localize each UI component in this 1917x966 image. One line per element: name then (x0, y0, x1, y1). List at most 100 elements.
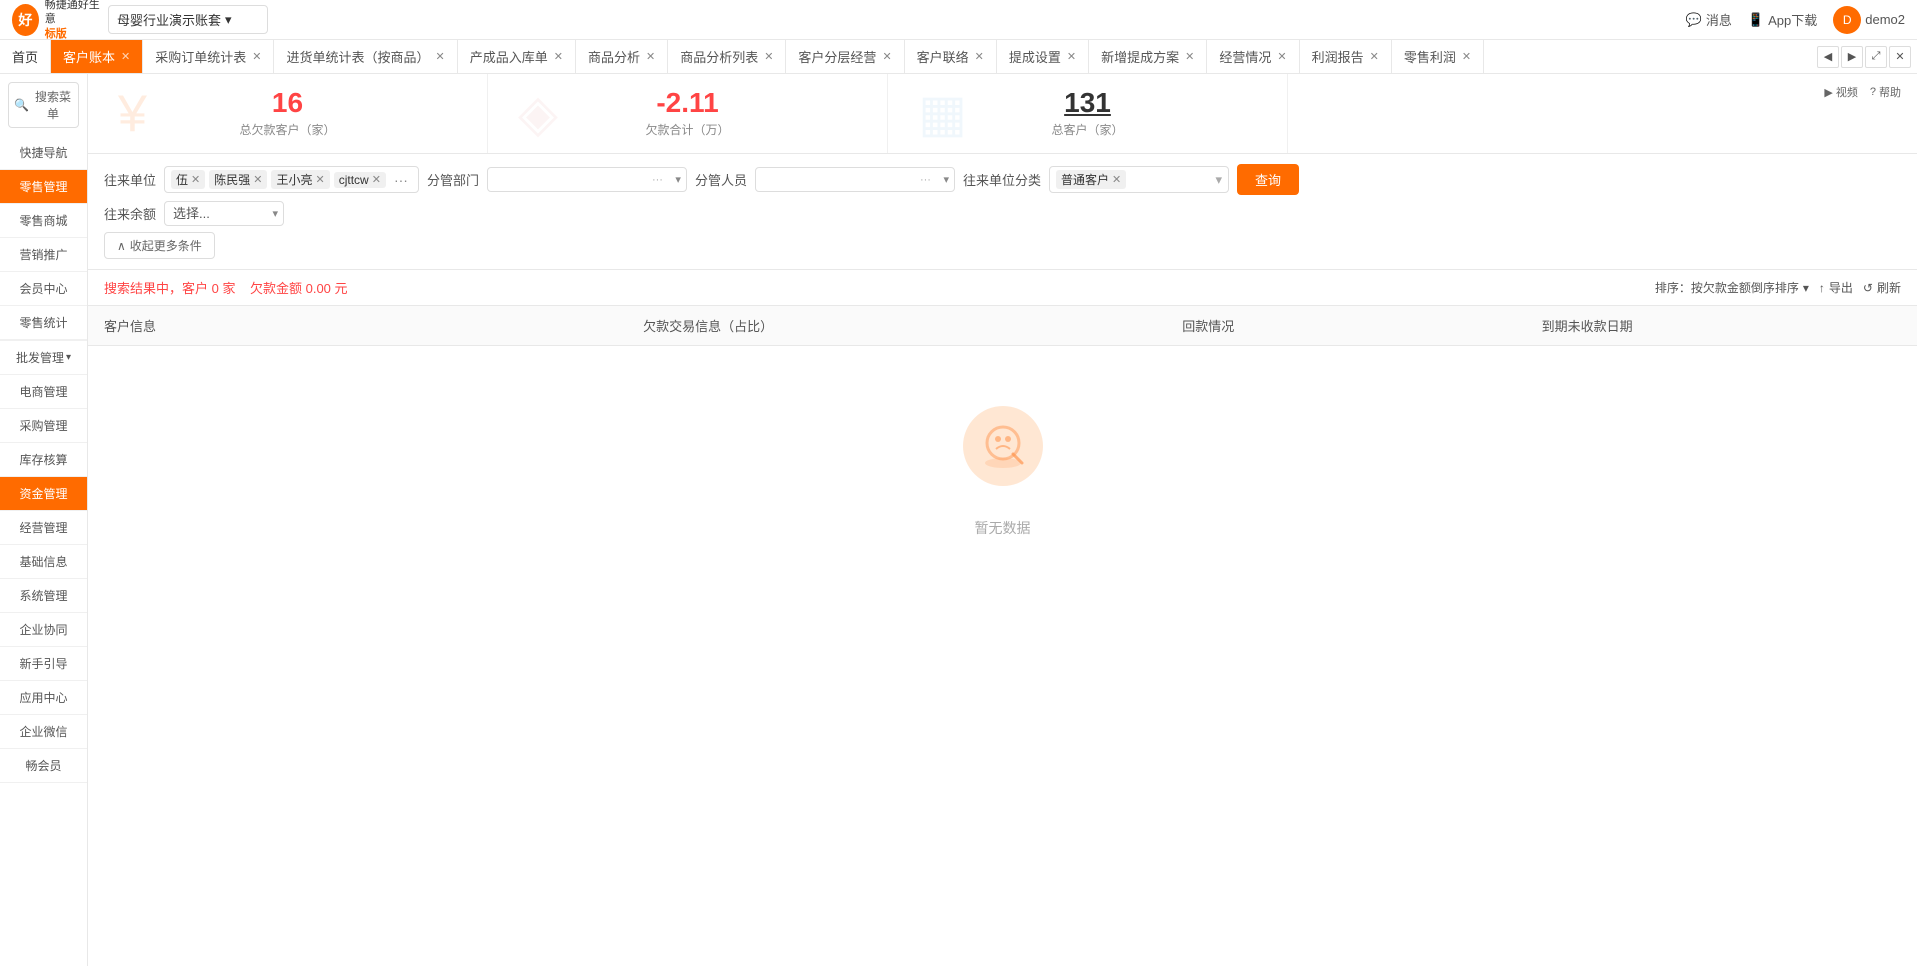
export-button[interactable]: ↑ 导出 (1819, 279, 1853, 296)
tab-customer-contact[interactable]: 客户联络 ✕ (905, 40, 997, 74)
empty-visual (953, 406, 1053, 506)
tab-close-icon[interactable]: ✕ (554, 50, 563, 63)
result-info: 搜索结果中，客户 0 家 欠款金额 0.00 元 (104, 278, 348, 297)
filter-area: 往来单位 伍 ✕ 陈民强 ✕ 王小亮 ✕ cjttcw (88, 154, 1917, 270)
filter-row-2: 往来余额 选择... (104, 201, 1901, 226)
tab-close-icon[interactable]: ✕ (1462, 50, 1471, 63)
tab-expand-button[interactable]: ⤢ (1865, 46, 1887, 68)
sidebar-item-member-center[interactable]: 会员中心 (0, 272, 87, 306)
data-table: 客户信息 欠款交易信息（占比） 回款情况 到期未收款日期 (88, 306, 1917, 966)
tab-new-commission[interactable]: 新增提成方案 ✕ (1089, 40, 1207, 74)
tab-next-button[interactable]: ▶ (1841, 46, 1863, 68)
sidebar-item-enterprise-wechat[interactable]: 企业微信 (0, 715, 87, 749)
refresh-button[interactable]: ↺ 刷新 (1863, 279, 1901, 296)
tab-close-icon[interactable]: ✕ (1185, 50, 1194, 63)
tab-close-icon[interactable]: ✕ (646, 50, 655, 63)
dept-select-wrap: ··· (487, 167, 687, 192)
main-layout: 🔍 搜索菜单 快捷导航 零售管理 零售商城 营销推广 会员中心 零售统计 批发管… (0, 74, 1917, 966)
tab-purchase-order[interactable]: 采购订单统计表 ✕ (143, 40, 274, 74)
tab-close-icon[interactable]: ✕ (121, 50, 130, 63)
tab-product-inbound[interactable]: 产成品入库单 ✕ (458, 40, 576, 74)
tab-close-all-button[interactable]: ✕ (1889, 46, 1911, 68)
stat-bg-icon: ¥ (118, 84, 147, 144)
sidebar-item-marketing[interactable]: 营销推广 (0, 238, 87, 272)
company-select[interactable]: 母婴行业演示账套 ▾ (108, 5, 268, 34)
sidebar-quick-nav[interactable]: 快捷导航 (0, 136, 87, 170)
tab-home[interactable]: 首页 (0, 40, 51, 74)
help-button[interactable]: ? 帮助 (1870, 84, 1901, 100)
video-help-button[interactable]: ▶ 视频 (1824, 84, 1857, 100)
sidebar-item-retail-mall[interactable]: 零售商城 (0, 204, 87, 238)
tab-close-icon[interactable]: ✕ (1067, 50, 1076, 63)
tab-prev-button[interactable]: ◀ (1817, 46, 1839, 68)
message-button[interactable]: 💬 消息 (1686, 10, 1732, 29)
unit-class-tag[interactable]: 普通客户 ✕ (1056, 170, 1126, 189)
tab-close-icon[interactable]: ✕ (882, 50, 891, 63)
sidebar-item-enterprise-coop[interactable]: 企业协同 (0, 613, 87, 647)
unit-tag-wu[interactable]: 伍 ✕ (171, 170, 205, 189)
tab-product-analysis[interactable]: 商品分析 ✕ (576, 40, 668, 74)
logo-icon: 好 (12, 4, 39, 36)
dept-clear-icon[interactable]: ··· (652, 174, 663, 186)
sidebar-item-ops-mgmt[interactable]: 经营管理 (0, 511, 87, 545)
tab-close-icon[interactable]: ✕ (1277, 50, 1286, 63)
sidebar-item-app-center[interactable]: 应用中心 (0, 681, 87, 715)
table-header: 客户信息 欠款交易信息（占比） 回款情况 到期未收款日期 (88, 306, 1917, 346)
sidebar-item-basic-info[interactable]: 基础信息 (0, 545, 87, 579)
dept-filter-label: 分管部门 (427, 170, 479, 189)
app-download-button[interactable]: 📱 App下载 (1748, 10, 1817, 29)
sidebar-item-sys-mgmt[interactable]: 系统管理 (0, 579, 87, 613)
tab-product-analysis-list[interactable]: 商品分析列表 ✕ (668, 40, 786, 74)
tab-retail-profit[interactable]: 零售利润 ✕ (1392, 40, 1484, 74)
tag-close-icon[interactable]: ✕ (1112, 173, 1121, 186)
tab-close-icon[interactable]: ✕ (975, 50, 984, 63)
tab-customer-account[interactable]: 客户账本 ✕ (51, 40, 143, 74)
sidebar-item-new-guide[interactable]: 新手引导 (0, 647, 87, 681)
top-bar-left: 好 畅捷通好生意 标版 母婴行业演示账套 ▾ (12, 0, 268, 41)
tab-commission-setting[interactable]: 提成设置 ✕ (997, 40, 1089, 74)
sidebar-item-vip-member[interactable]: 畅会员 (0, 749, 87, 783)
search-menu-button[interactable]: 🔍 搜索菜单 (8, 82, 79, 128)
person-select-wrap: ··· (755, 167, 955, 192)
tab-business-status[interactable]: 经营情况 ✕ (1207, 40, 1299, 74)
sidebar-item-ecom-mgmt[interactable]: 电商管理 (0, 375, 87, 409)
tab-close-icon[interactable]: ✕ (764, 50, 773, 63)
person-clear-icon[interactable]: ··· (920, 174, 931, 186)
unit-class-filter-group[interactable]: 普通客户 ✕ ▾ (1049, 166, 1229, 193)
tab-close-icon[interactable]: ✕ (252, 50, 261, 63)
sidebar-item-retail-mgmt[interactable]: 零售管理 (0, 170, 87, 204)
col-repayment: 回款情况 (1182, 316, 1541, 335)
tab-close-icon[interactable]: ✕ (436, 50, 445, 63)
balance-filter-label: 往来余额 (104, 204, 156, 223)
tag-close-icon[interactable]: ✕ (253, 173, 262, 186)
toolbar-right: 排序：按欠款金额倒序排序 ▾ ↑ 导出 ↺ 刷新 (1655, 279, 1901, 296)
sidebar-item-retail-stat[interactable]: 零售统计 (0, 306, 87, 340)
tab-close-icon[interactable]: ✕ (1370, 50, 1379, 63)
filter-row-1: 往来单位 伍 ✕ 陈民强 ✕ 王小亮 ✕ cjttcw (104, 164, 1901, 195)
tab-inbound-stat[interactable]: 进货单统计表（按商品） ✕ (274, 40, 457, 74)
sort-select[interactable]: 排序：按欠款金额倒序排序 ▾ (1655, 279, 1809, 296)
tag-close-icon[interactable]: ✕ (191, 173, 200, 186)
sidebar-item-batch-mgmt[interactable]: 批发管理 ▾ (0, 341, 87, 375)
chevron-down-icon: ▾ (225, 12, 232, 28)
tab-customer-tier[interactable]: 客户分层经营 ✕ (786, 40, 904, 74)
avatar: D (1833, 6, 1861, 34)
more-tags-button[interactable]: ··· (390, 172, 412, 188)
unit-tag-chen[interactable]: 陈民强 ✕ (209, 170, 267, 189)
stat-label-total-customers: 总客户（家） (1051, 121, 1123, 138)
user-avatar-button[interactable]: D demo2 (1833, 6, 1905, 34)
tab-profit-report[interactable]: 利润报告 ✕ (1300, 40, 1392, 74)
unit-tag-cjttcw[interactable]: cjttcw ✕ (334, 172, 386, 188)
tag-close-icon[interactable]: ✕ (316, 173, 325, 186)
unit-filter-tag-group[interactable]: 伍 ✕ 陈民强 ✕ 王小亮 ✕ cjttcw ✕ ··· (164, 166, 419, 193)
sidebar-item-fund-mgmt[interactable]: 资金管理 (0, 477, 87, 511)
unit-tag-wang[interactable]: 王小亮 ✕ (271, 170, 329, 189)
sidebar-search-area: 🔍 搜索菜单 (0, 74, 87, 136)
tag-close-icon[interactable]: ✕ (372, 173, 381, 186)
sidebar-item-inventory[interactable]: 库存核算 (0, 443, 87, 477)
unit-class-filter-label: 往来单位分类 (963, 170, 1041, 189)
balance-select[interactable]: 选择... (164, 201, 284, 226)
query-button[interactable]: 查询 (1237, 164, 1299, 195)
sidebar-item-purchase-mgmt[interactable]: 采购管理 (0, 409, 87, 443)
collapse-button[interactable]: ∧ 收起更多条件 (104, 232, 215, 259)
